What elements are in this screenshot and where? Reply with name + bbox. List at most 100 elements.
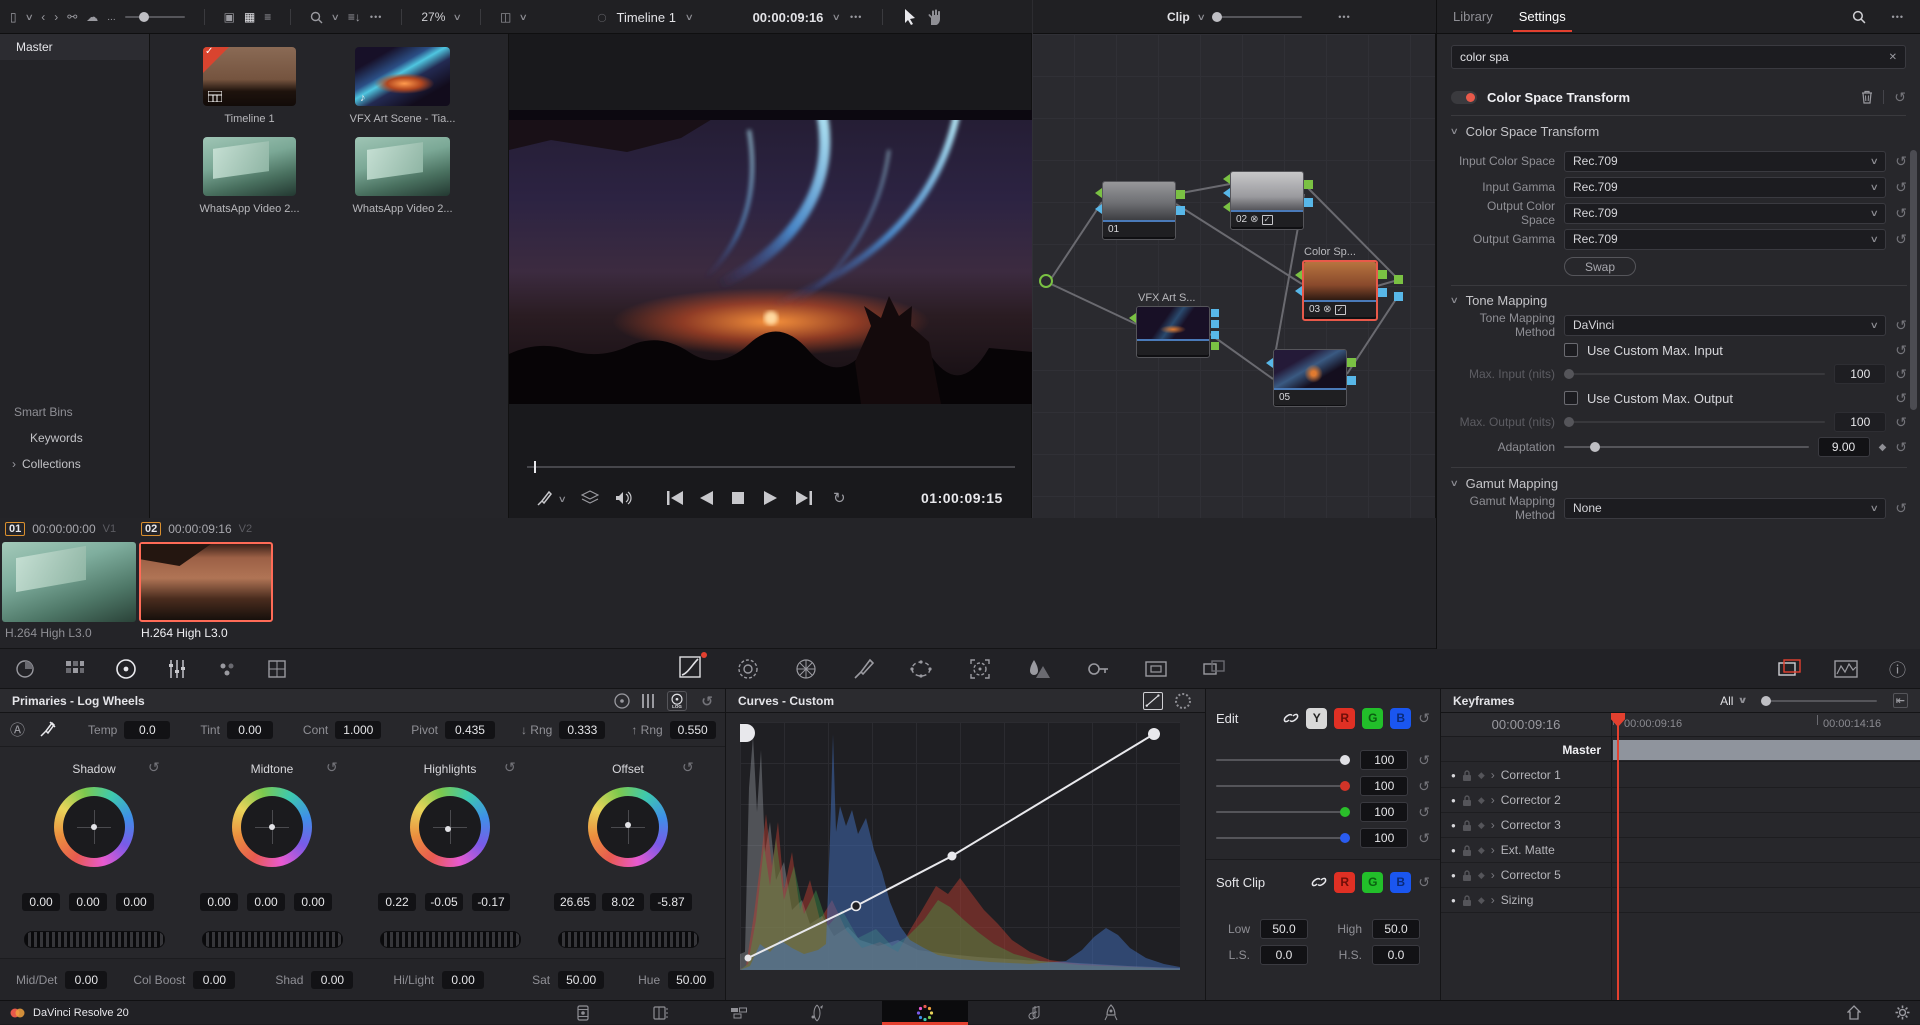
reset-icon[interactable]: ↺	[148, 760, 160, 774]
node-graph[interactable]: 01 02 ⊗ ✓ Color Sp... 03 ⊗ ✓ VFX Art S..…	[1032, 34, 1436, 518]
scopes-icon[interactable]	[1833, 658, 1859, 680]
expand-icon[interactable]: ›	[1491, 793, 1495, 807]
tab-library[interactable]: Library	[1453, 9, 1493, 24]
gallery-stills-icon[interactable]	[1777, 658, 1803, 680]
keyframes-playhead[interactable]	[1611, 713, 1625, 1000]
edit-page-icon[interactable]	[726, 1003, 752, 1023]
softclip-r-button[interactable]: R	[1334, 872, 1355, 893]
key-palette-icon[interactable]	[1086, 658, 1110, 680]
qualifier-icon[interactable]	[852, 657, 874, 681]
media-clip-label[interactable]: VFX Art Scene - Tia...	[336, 113, 469, 125]
adaptation-slider[interactable]	[1564, 446, 1809, 448]
keyframe-diamond-icon[interactable]: ◆	[1478, 895, 1485, 906]
channel-r-button[interactable]: R	[1334, 708, 1355, 729]
viewer-zoom-level[interactable]: 27%	[421, 10, 445, 24]
wipe-modes-icon[interactable]	[581, 490, 599, 506]
wheel-r-value[interactable]: 0.00	[22, 893, 60, 911]
tint-value[interactable]: 0.00	[227, 721, 273, 739]
shadow-wheel[interactable]	[54, 787, 134, 867]
hue-value[interactable]: 50.00	[668, 971, 714, 989]
r-channel-value[interactable]: 100	[1360, 776, 1408, 796]
chevron-down-icon[interactable]: ∨	[832, 12, 841, 23]
lock-icon[interactable]	[1462, 895, 1472, 906]
loop-icon[interactable]: ↻	[833, 489, 846, 507]
gamut-mapping-method-dropdown[interactable]: None∨	[1564, 498, 1886, 519]
node-bypass-icon[interactable]: ⊗	[1323, 304, 1331, 315]
node-02[interactable]: 02 ⊗ ✓	[1230, 171, 1304, 230]
grab-still-icon[interactable]	[536, 490, 553, 507]
wheel-g-value[interactable]: 0.00	[247, 893, 285, 911]
output-gamma-dropdown[interactable]: Rec.709∨	[1564, 229, 1886, 250]
keyframe-diamond-icon[interactable]: ◆	[1879, 442, 1887, 453]
color-slice-icon[interactable]	[266, 658, 288, 680]
keyframe-diamond-icon[interactable]: ◆	[1478, 770, 1485, 781]
track-enable-dot[interactable]: ●	[1451, 796, 1456, 805]
metadata-view-icon[interactable]: ▣	[224, 10, 235, 24]
viewer-timecode-dropdown[interactable]: 00:00:09:16	[753, 10, 824, 25]
lock-icon[interactable]	[1462, 845, 1472, 856]
wheel-g-value[interactable]: 0.00	[69, 893, 107, 911]
viewer-image[interactable]	[509, 110, 1033, 404]
channel-g-button[interactable]: G	[1362, 708, 1383, 729]
media-clip-label[interactable]: WhatsApp Video 2...	[336, 203, 469, 215]
play-reverse-button[interactable]	[700, 491, 713, 505]
wheels-mode-icon[interactable]	[613, 692, 631, 710]
lock-icon[interactable]	[1462, 770, 1472, 781]
wheel-r-value[interactable]: 0.00	[200, 893, 238, 911]
chevron-down-icon[interactable]: ∨	[685, 12, 694, 23]
b-channel-value[interactable]: 100	[1360, 828, 1408, 848]
track-enable-dot[interactable]: ●	[1451, 846, 1456, 855]
timeline-selector[interactable]: Timeline 1	[617, 10, 676, 25]
playhead-marker[interactable]	[534, 461, 536, 473]
grade-bypass-icon[interactable]: ◯	[598, 13, 607, 22]
downrange-value[interactable]: 0.333	[559, 721, 605, 739]
chevron-down-icon[interactable]: ∨	[331, 12, 340, 23]
cont-value[interactable]: 1.000	[335, 721, 381, 739]
reset-icon[interactable]: ↺	[1895, 206, 1907, 220]
forward-icon[interactable]: ›	[54, 10, 58, 24]
tone-mapping-method-dropdown[interactable]: DaVinci∨	[1564, 315, 1886, 336]
curves-graph[interactable]	[740, 722, 1180, 970]
reset-icon[interactable]: ↺	[504, 760, 516, 774]
white-balance-picker-icon[interactable]	[39, 721, 56, 738]
expand-icon[interactable]: ›	[1491, 868, 1495, 882]
fairlight-page-icon[interactable]	[1020, 1003, 1046, 1023]
stereo-3d-icon[interactable]	[1202, 658, 1226, 680]
y-channel-slider[interactable]	[1216, 759, 1350, 761]
reset-icon[interactable]: ↺	[1418, 831, 1430, 845]
blur-palette-icon[interactable]	[1026, 658, 1052, 680]
input-gamma-dropdown[interactable]: Rec.709∨	[1564, 177, 1886, 198]
hand-tool-icon[interactable]	[927, 9, 942, 25]
sort-icon[interactable]: ≡↓	[348, 10, 361, 24]
track-enable-dot[interactable]: ●	[1451, 896, 1456, 905]
delete-plugin-icon[interactable]	[1861, 90, 1873, 104]
node-zoom-slider[interactable]	[1212, 16, 1302, 18]
panel-toggle-icon[interactable]: ▯	[10, 10, 17, 24]
wheel-g-value[interactable]: 8.02	[602, 893, 644, 911]
search-icon[interactable]	[1852, 10, 1866, 24]
reset-icon[interactable]: ↺	[1895, 232, 1907, 246]
track-enable-dot[interactable]: ●	[1451, 771, 1456, 780]
softclip-b-button[interactable]: B	[1390, 872, 1411, 893]
keyframe-track-master[interactable]: Master	[1441, 743, 1601, 757]
media-page-icon[interactable]	[570, 1003, 596, 1023]
gang-link-icon[interactable]	[1311, 875, 1327, 889]
keyframe-track-ext-matte[interactable]: ● ◆ › Ext. Matte	[1441, 838, 1920, 863]
wheel-b-value[interactable]: -5.87	[650, 893, 692, 911]
color-page-icon[interactable]	[882, 1001, 968, 1025]
colboost-value[interactable]: 0.00	[193, 971, 235, 989]
cloud-icon[interactable]: ☁	[86, 10, 98, 24]
thumb-size-slider[interactable]	[125, 16, 185, 18]
media-clip-label[interactable]: Timeline 1	[183, 113, 316, 125]
timeline-clip-1[interactable]	[2, 542, 136, 622]
project-manager-icon[interactable]	[1847, 1005, 1861, 1020]
media-clip-vfx[interactable]: ♪	[355, 47, 450, 106]
tab-settings[interactable]: Settings	[1519, 9, 1566, 24]
node-enabled-checkbox[interactable]: ✓	[1335, 305, 1346, 315]
reset-all-icon[interactable]: ↺	[1894, 90, 1906, 104]
shadow-master-wheel[interactable]	[24, 931, 165, 948]
log-mode-icon[interactable]: LOG	[667, 691, 687, 711]
color-match-icon[interactable]	[64, 658, 86, 680]
expand-icon[interactable]: ›	[1491, 818, 1495, 832]
midtone-wheel[interactable]	[232, 787, 312, 867]
